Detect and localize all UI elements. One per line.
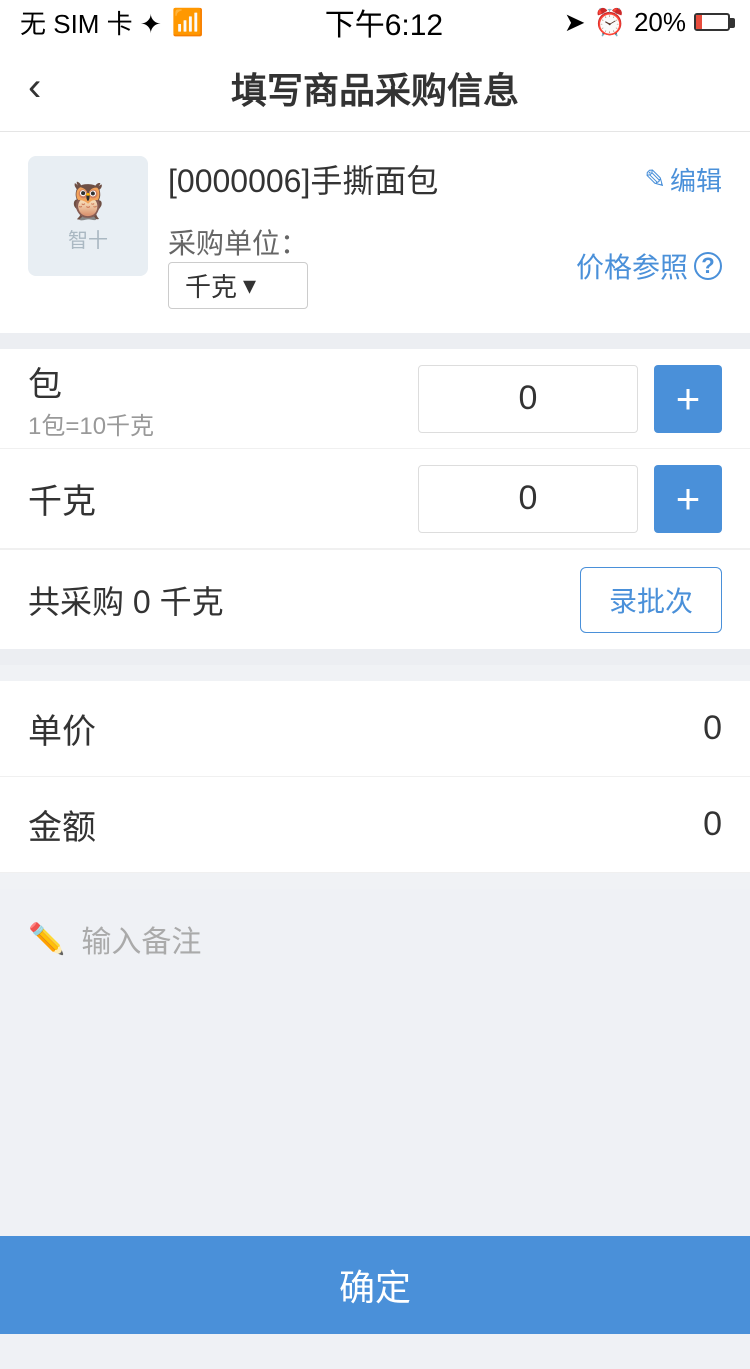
amount-value: 0 bbox=[703, 805, 722, 844]
total-row: 共采购 0 千克 录批次 bbox=[0, 549, 750, 649]
product-thumbnail: 🦉 智十 bbox=[28, 156, 148, 276]
owl-icon: 🦉 bbox=[66, 180, 111, 222]
bao-label-group: 包 1包=10千克 bbox=[28, 357, 188, 441]
bao-input-row: 包 1包=10千克 + bbox=[0, 349, 750, 449]
kg-label-group: 千克 bbox=[28, 474, 188, 523]
price-info-section: 单价 0 金额 0 bbox=[0, 681, 750, 873]
amount-row: 金额 0 bbox=[0, 777, 750, 873]
kg-plus-button[interactable]: + bbox=[654, 465, 722, 533]
input-section: 包 1包=10千克 + 千克 + 共采购 0 千克 录批次 bbox=[0, 349, 750, 649]
battery-level: 20% bbox=[634, 7, 686, 38]
bao-field: + bbox=[188, 365, 722, 433]
page-title: 填写商品采购信息 bbox=[231, 62, 519, 114]
bao-plus-button[interactable]: + bbox=[654, 365, 722, 433]
kg-quantity-input[interactable] bbox=[418, 465, 638, 533]
edit-label: 编辑 bbox=[670, 161, 722, 198]
kg-input-row: 千克 + bbox=[0, 449, 750, 549]
unit-row: 采购单位： 千克 ▾ 价格参照 ? bbox=[168, 222, 722, 309]
product-card: 🦉 智十 [0000006]手撕面包 ✎ 编辑 采购单位： 千克 ▾ 价格参照 … bbox=[0, 132, 750, 333]
nav-bar: ‹ 填写商品采购信息 bbox=[0, 44, 750, 132]
note-placeholder: 输入备注 bbox=[81, 917, 201, 961]
alarm-icon: ⏰ bbox=[594, 7, 626, 38]
status-right: ➤ ⏰ 20% bbox=[564, 7, 730, 38]
confirm-label: 确定 bbox=[339, 1259, 411, 1311]
dropdown-icon: ▾ bbox=[243, 270, 256, 301]
note-section[interactable]: ✏️ 输入备注 bbox=[0, 889, 750, 989]
help-icon: ? bbox=[694, 252, 722, 280]
edit-icon: ✎ bbox=[644, 164, 666, 195]
unit-label: 采购单位： 千克 ▾ bbox=[168, 222, 308, 309]
kg-field: + bbox=[188, 465, 722, 533]
unit-select[interactable]: 千克 ▾ bbox=[168, 262, 308, 309]
location-icon: ➤ bbox=[564, 7, 586, 38]
product-logo: 🦉 智十 bbox=[48, 186, 128, 246]
back-button[interactable]: ‹ bbox=[28, 65, 41, 110]
separator-1 bbox=[0, 333, 750, 349]
edit-button[interactable]: ✎ 编辑 bbox=[644, 161, 722, 198]
separator-2 bbox=[0, 649, 750, 665]
bao-label: 包 bbox=[28, 357, 188, 406]
status-bar: 无 SIM 卡 ✦ 📶 下午6:12 ➤ ⏰ 20% bbox=[0, 0, 750, 44]
unit-price-label: 单价 bbox=[28, 704, 96, 753]
unit-price-value: 0 bbox=[703, 709, 722, 748]
product-info: [0000006]手撕面包 ✎ 编辑 采购单位： 千克 ▾ 价格参照 ? bbox=[168, 156, 722, 309]
logo-text: 智十 bbox=[68, 224, 108, 253]
bao-sublabel: 1包=10千克 bbox=[28, 406, 188, 441]
pencil-icon: ✏️ bbox=[28, 922, 65, 957]
battery-icon bbox=[694, 13, 730, 31]
confirm-bar[interactable]: 确定 bbox=[0, 1236, 750, 1334]
bao-quantity-input[interactable] bbox=[418, 365, 638, 433]
price-ref-label: 价格参照 bbox=[576, 246, 688, 286]
kg-label: 千克 bbox=[28, 474, 188, 523]
price-ref-button[interactable]: 价格参照 ? bbox=[576, 246, 722, 286]
amount-label: 金额 bbox=[28, 800, 96, 849]
wifi-icon: 📶 bbox=[172, 7, 204, 38]
unit-price-row: 单价 0 bbox=[0, 681, 750, 777]
sim-label: 无 SIM 卡 ✦ bbox=[20, 4, 162, 41]
product-name-row: [0000006]手撕面包 ✎ 编辑 bbox=[168, 156, 722, 202]
total-label: 共采购 0 千克 bbox=[28, 577, 224, 623]
product-name: [0000006]手撕面包 bbox=[168, 156, 438, 202]
status-time: 下午6:12 bbox=[325, 0, 443, 44]
status-left: 无 SIM 卡 ✦ 📶 bbox=[20, 4, 204, 41]
unit-value: 千克 bbox=[185, 267, 237, 304]
record-batch-button[interactable]: 录批次 bbox=[580, 567, 722, 633]
